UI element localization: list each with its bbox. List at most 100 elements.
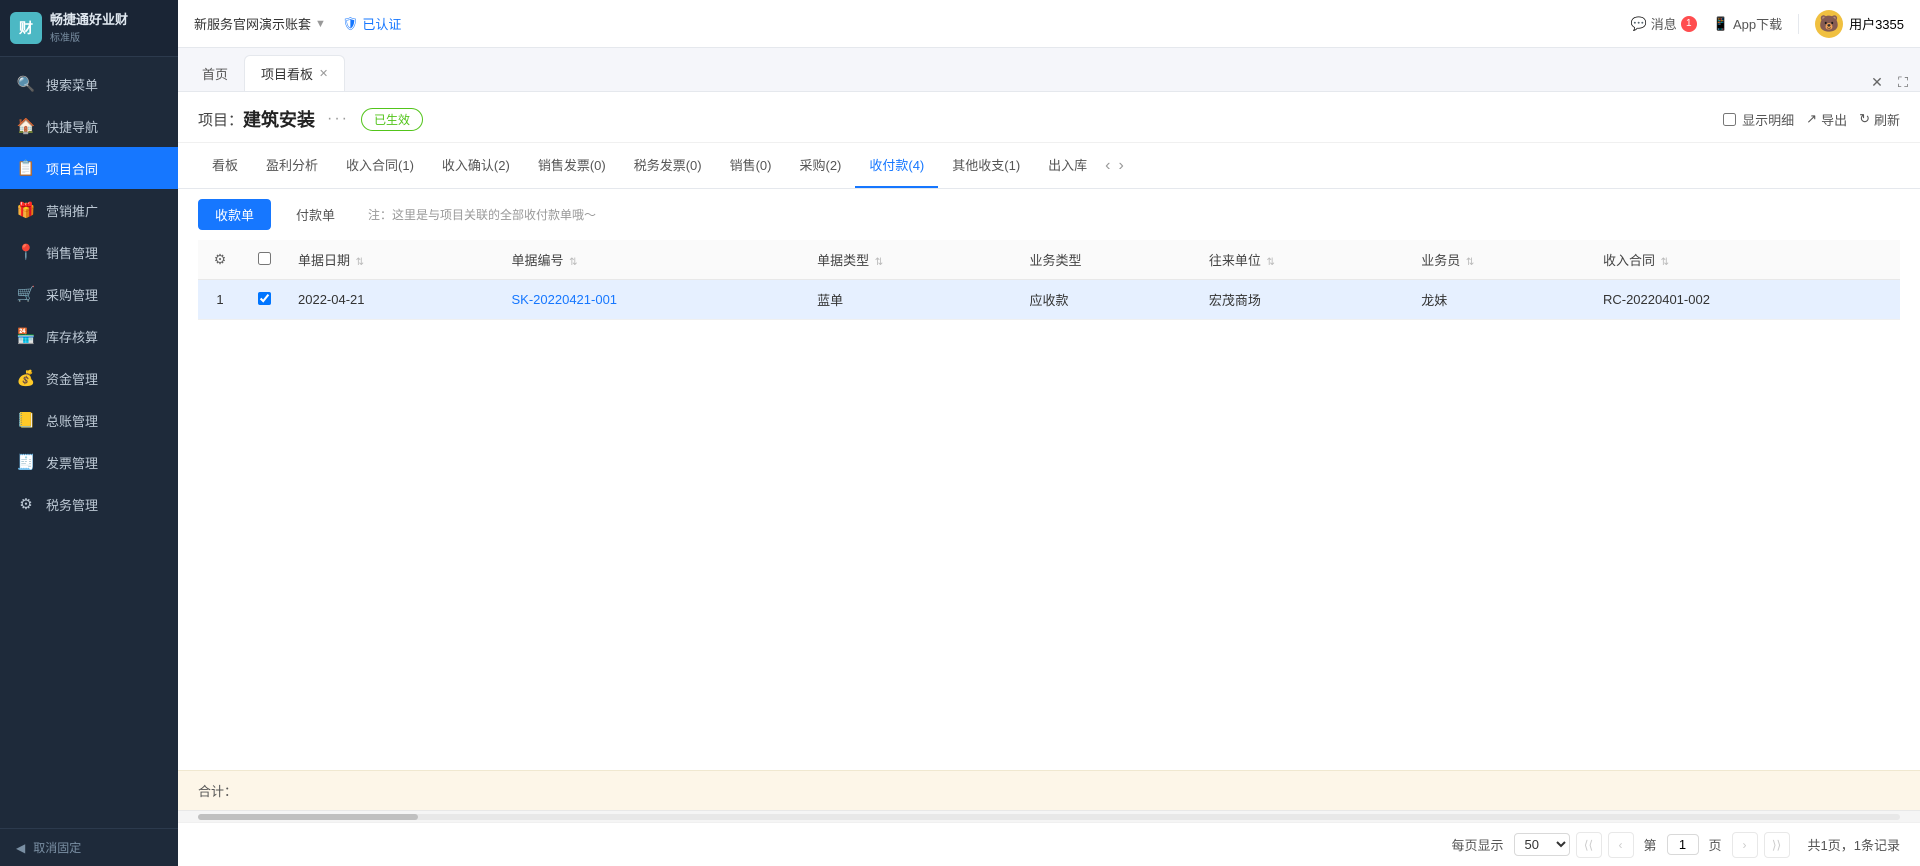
refresh-label: 刷新 [1874, 110, 1900, 129]
nav-tab-income-contract[interactable]: 收入合同(1) [332, 143, 428, 188]
page-suffix: 页 [1709, 835, 1722, 854]
sub-tab-receipt[interactable]: 收款单 [198, 199, 271, 230]
cell-checkbox[interactable] [242, 280, 286, 320]
per-page-select[interactable]: 50 100 200 [1514, 833, 1570, 856]
marketing-icon: 🎁 [16, 200, 36, 220]
tax-icon: ⚙ [16, 494, 36, 514]
window-close-button[interactable]: ✕ [1868, 73, 1886, 91]
sidebar-item-label: 快捷导航 [46, 117, 98, 136]
invoice-icon: 🧾 [16, 452, 36, 472]
page-number-input[interactable] [1667, 834, 1699, 855]
nav-tab-kanban[interactable]: 看板 [198, 143, 252, 188]
sidebar-item-marketing[interactable]: 🎁营销推广 [0, 189, 178, 231]
sub-tab-payment[interactable]: 付款单 [279, 199, 352, 230]
project-name: 建筑安装 [243, 106, 315, 132]
sidebar-item-funds[interactable]: 💰资金管理 [0, 357, 178, 399]
main-area: 新服务官网演示账套 ▼ 🛡 已认证 💬 消息 1 📱 App下载 🐻 用户335… [178, 0, 1920, 866]
nav-left-arrow[interactable]: ‹ [1101, 157, 1114, 175]
project-header-right: 显示明细 ↗ 导出 ↻ 刷新 [1723, 110, 1900, 129]
export-icon: ↗ [1806, 111, 1817, 127]
settings-icon[interactable]: ⚙ [214, 251, 227, 267]
sidebar-item-sales[interactable]: 📍销售管理 [0, 231, 178, 273]
prev-page-button[interactable]: ‹ [1608, 832, 1634, 858]
document-number-link[interactable]: SK-20220421-001 [512, 292, 618, 307]
nav-tab-other-income[interactable]: 其他收支(1) [938, 143, 1034, 188]
message-badge: 1 [1681, 16, 1697, 32]
nav-tab-receipt[interactable]: 收付款(4) [855, 143, 938, 188]
last-page-button[interactable]: ⟩⟩ [1764, 832, 1790, 858]
export-button[interactable]: ↗ 导出 [1806, 110, 1847, 129]
nav-right-arrow[interactable]: › [1115, 157, 1128, 175]
inventory-icon: 🏪 [16, 326, 36, 346]
tab-project-board[interactable]: 项目看板 ✕ [244, 55, 345, 91]
cell-partner: 宏茂商场 [1197, 280, 1409, 320]
salesperson-sort-icon[interactable]: ⇅ [1466, 257, 1474, 268]
user-info[interactable]: 🐻 用户3355 [1815, 10, 1904, 38]
sidebar-item-search[interactable]: 🔍搜索菜单 [0, 63, 178, 105]
col-salesperson-label: 业务员 [1421, 253, 1460, 268]
tab-close-icon[interactable]: ✕ [319, 67, 328, 80]
sidebar-unpin[interactable]: ◀ 取消固定 [0, 828, 178, 866]
col-partner-header: 往来单位 ⇅ [1197, 240, 1409, 280]
account-chevron-icon: ▼ [315, 18, 326, 30]
cell-number: SK-20220421-001 [500, 280, 806, 320]
total-info: 共1页，1条记录 [1808, 835, 1900, 854]
date-sort-icon[interactable]: ⇅ [356, 257, 364, 268]
total-label: 合计： [198, 781, 237, 800]
sidebar-item-inventory[interactable]: 🏪库存核算 [0, 315, 178, 357]
sidebar-item-purchase[interactable]: 🛒采购管理 [0, 273, 178, 315]
window-maximize-button[interactable]: ⛶ [1894, 73, 1912, 91]
scrollbar-thumb[interactable] [198, 814, 418, 820]
account-name: 新服务官网演示账套 [194, 14, 311, 33]
phone-icon: 📱 [1713, 16, 1729, 32]
select-all-checkbox[interactable] [258, 252, 271, 265]
sidebar-item-project-contract[interactable]: 📋项目合同 [0, 147, 178, 189]
nav-tab-warehouse[interactable]: 出入库 [1034, 143, 1101, 188]
first-page-button[interactable]: ⟨⟨ [1576, 832, 1602, 858]
sidebar-item-invoice[interactable]: 🧾发票管理 [0, 441, 178, 483]
tab-project-board-label: 项目看板 [261, 64, 313, 83]
type-sort-icon[interactable]: ⇅ [875, 257, 883, 268]
nav-tab-sales-invoice[interactable]: 销售发票(0) [524, 143, 620, 188]
sub-tab-note: 注：这里是与项目关联的全部收付款单哦～ [368, 206, 596, 223]
nav-tab-sales[interactable]: 销售(0) [716, 143, 786, 188]
sidebar-item-tax[interactable]: ⚙税务管理 [0, 483, 178, 525]
messages-button[interactable]: 💬 消息 1 [1631, 14, 1697, 33]
data-table: ⚙ 单据日期 ⇅ 单据编号 ⇅ [198, 240, 1900, 320]
app-download-button[interactable]: 📱 App下载 [1713, 14, 1782, 33]
unpin-icon: ◀ [16, 841, 25, 855]
tab-home[interactable]: 首页 [186, 56, 244, 91]
table-row[interactable]: 1 2022-04-21 SK-20220421-001 蓝单 应收款 宏茂商场… [198, 280, 1900, 320]
show-detail-checkbox[interactable]: 显示明细 [1723, 110, 1794, 129]
refresh-button[interactable]: ↻ 刷新 [1859, 110, 1900, 129]
col-type-label: 单据类型 [817, 253, 869, 268]
col-date-label: 单据日期 [298, 253, 350, 268]
cell-num: 1 [198, 280, 242, 320]
col-salesperson-header: 业务员 ⇅ [1409, 240, 1591, 280]
sidebar-item-ledger[interactable]: 📒总账管理 [0, 399, 178, 441]
col-business-type-header: 业务类型 [1018, 240, 1197, 280]
next-page-button[interactable]: › [1732, 832, 1758, 858]
nav-tab-income-confirm[interactable]: 收入确认(2) [428, 143, 524, 188]
tab-home-label: 首页 [202, 64, 228, 83]
sidebar-item-quick-nav[interactable]: 🏠快捷导航 [0, 105, 178, 147]
app-version: 标准版 [50, 29, 128, 44]
sidebar-item-label: 采购管理 [46, 285, 98, 304]
cell-business-type: 应收款 [1018, 280, 1197, 320]
col-type-header: 单据类型 ⇅ [805, 240, 1017, 280]
partner-sort-icon[interactable]: ⇅ [1266, 257, 1274, 268]
number-sort-icon[interactable]: ⇅ [569, 257, 577, 268]
sidebar-header: 财 畅捷通好业财 标准版 [0, 0, 178, 57]
topbar-divider [1798, 14, 1799, 34]
horizontal-scrollbar[interactable] [178, 810, 1920, 822]
income-contract-sort-icon[interactable]: ⇅ [1661, 257, 1669, 268]
project-more-icon[interactable]: ··· [327, 110, 349, 128]
nav-tab-profit[interactable]: 盈利分析 [252, 143, 332, 188]
show-detail-input[interactable] [1723, 113, 1736, 126]
user-name: 用户3355 [1849, 14, 1904, 33]
topbar-left: 新服务官网演示账套 ▼ 🛡 已认证 [194, 14, 1631, 33]
nav-tabs: 看板 盈利分析 收入合同(1) 收入确认(2) 销售发票(0) 税务发票(0) … [178, 143, 1920, 189]
nav-tab-tax-invoice[interactable]: 税务发票(0) [620, 143, 716, 188]
account-selector[interactable]: 新服务官网演示账套 ▼ [194, 14, 326, 33]
nav-tab-purchase[interactable]: 采购(2) [785, 143, 855, 188]
